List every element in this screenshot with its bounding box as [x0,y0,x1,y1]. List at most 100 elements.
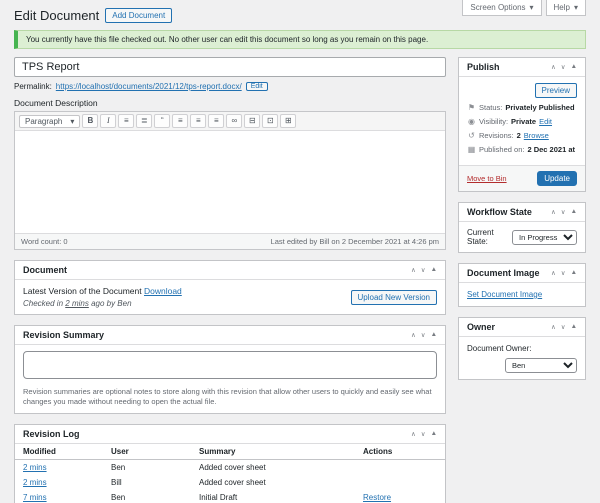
move-up-icon[interactable]: ∧ [551,208,556,216]
italic-button[interactable]: I [100,114,117,128]
revision-summary-title: Revision Summary [23,330,105,340]
revision-summary: Added cover sheet [199,463,266,473]
visibility-label: Visibility: [479,117,509,126]
revision-user: Bill [111,478,122,488]
move-up-icon[interactable]: ∧ [411,430,416,438]
move-down-icon[interactable]: ∨ [561,208,566,216]
revision-action [355,460,445,476]
add-document-button[interactable]: Add Document [105,8,173,23]
document-panel-title: Document [23,265,68,275]
workflow-state-header[interactable]: Workflow State ∧ ∨ ▲ [459,203,585,222]
table-row: 7 mins Ben Initial Draft Restore [15,490,445,503]
status-value: Privately Published [505,103,575,112]
download-link[interactable]: Download [144,286,182,296]
permalink-link[interactable]: https://localhost/documents/2021/12/tps-… [56,82,242,91]
eye-icon: ◉ [468,117,475,126]
owner-panel-header[interactable]: Owner ∧ ∨ ▲ [459,318,585,337]
toggle-panel-icon[interactable]: ▲ [571,269,577,277]
revision-modified-link[interactable]: 2 mins [23,478,47,487]
screen-options-label: Screen Options [470,3,526,12]
preview-button[interactable]: Preview [534,83,577,98]
move-up-icon[interactable]: ∧ [411,331,416,339]
toggle-panel-icon[interactable]: ▲ [571,63,577,71]
align-center-icon[interactable]: ≡ [190,114,207,128]
workflow-state-select[interactable]: In Progress [512,229,577,245]
table-row: 2 mins Ben Added cover sheet [15,460,445,476]
revision-modified-link[interactable]: 7 mins [23,493,47,502]
document-title-input[interactable] [14,57,446,77]
revision-log-panel: Revision Log ∧ ∨ ▲ Modified User Summary… [14,424,446,503]
paragraph-dropdown[interactable]: Paragraph ▾ [19,114,81,128]
move-down-icon[interactable]: ∨ [561,323,566,331]
revision-summary-header[interactable]: Revision Summary ∧ ∨ ▲ [15,326,445,345]
move-down-icon[interactable]: ∨ [561,269,566,277]
toggle-panel-icon[interactable]: ▲ [431,266,437,274]
toggle-panel-icon[interactable]: ▲ [431,430,437,438]
paragraph-dropdown-label: Paragraph [25,116,63,126]
visibility-row: ◉ Visibility: Private Edit [467,117,577,126]
revision-summary-help: Revision summaries are optional notes to… [23,387,432,407]
permalink-row: Permalink: https://localhost/documents/2… [14,82,446,91]
document-description-editor: Paragraph ▾ B I ≡ ≣ “ ≡ ≡ ≡ ∞ ⊟ ⊡ ⊞ Word… [14,111,446,250]
publish-panel-header[interactable]: Publish ∧ ∨ ▲ [459,58,585,77]
editor-content-area[interactable] [15,131,445,233]
workflow-state-panel: Workflow State ∧ ∨ ▲ Current State: In P… [458,202,586,253]
revision-modified-link[interactable]: 2 mins [23,463,47,472]
move-down-icon[interactable]: ∨ [421,430,426,438]
column-header-user: User [103,444,191,461]
insert-more-icon[interactable]: ⊟ [244,114,261,128]
status-label: Status: [479,103,503,112]
move-up-icon[interactable]: ∧ [551,269,556,277]
move-down-icon[interactable]: ∨ [421,331,426,339]
restore-link[interactable]: Restore [363,493,391,502]
column-header-actions: Actions [355,444,445,461]
blockquote-icon[interactable]: “ [154,114,171,128]
toggle-panel-icon[interactable]: ▲ [431,331,437,339]
revision-summary: Added cover sheet [199,478,266,488]
move-up-icon[interactable]: ∧ [551,323,556,331]
screen-options-button[interactable]: Screen Options ▾ [462,0,542,16]
move-down-icon[interactable]: ∨ [561,63,566,71]
revisions-row: ↺ Revisions: 2 Browse [467,131,577,140]
visibility-edit-link[interactable]: Edit [539,117,552,126]
caret-down-icon: ▾ [573,3,578,12]
toolbar-toggle-icon[interactable]: ⊞ [280,114,297,128]
toggle-panel-icon[interactable]: ▲ [571,208,577,216]
update-button[interactable]: Update [537,171,577,186]
visibility-value: Private [511,117,537,126]
revision-action [355,475,445,490]
bulleted-list-icon[interactable]: ≡ [118,114,135,128]
upload-new-version-button[interactable]: Upload New Version [350,289,437,305]
revision-log-title: Revision Log [23,429,80,440]
revisions-browse-link[interactable]: Browse [524,131,549,140]
revision-summary-textarea[interactable] [23,351,437,379]
move-up-icon[interactable]: ∧ [551,63,556,71]
document-panel-header[interactable]: Document ∧ ∨ ▲ [15,261,445,280]
document-image-header[interactable]: Document Image ∧ ∨ ▲ [459,264,585,283]
move-to-bin-link[interactable]: Move to Bin [467,174,507,183]
permalink-label: Permalink: [14,82,52,91]
bold-button[interactable]: B [82,114,99,128]
toggle-panel-icon[interactable]: ▲ [571,323,577,331]
revision-log-header[interactable]: Revision Log ∧ ∨ ▲ [15,425,445,445]
permalink-edit-button[interactable]: Edit [245,82,268,91]
align-right-icon[interactable]: ≡ [208,114,225,128]
align-left-icon[interactable]: ≡ [172,114,189,128]
revisions-icon: ↺ [468,131,475,140]
document-owner-select[interactable]: Ben [505,358,577,373]
revisions-label: Revisions: [479,131,514,140]
set-document-image-link[interactable]: Set Document Image [467,290,542,299]
numbered-list-icon[interactable]: ≣ [136,114,153,128]
calendar-icon: ▦ [467,145,476,154]
published-row: ▦ Published on: 2 Dec 2021 at 16:22 [467,145,577,154]
fullscreen-icon[interactable]: ⊡ [262,114,279,128]
move-down-icon[interactable]: ∨ [421,266,426,274]
move-up-icon[interactable]: ∧ [411,266,416,274]
help-button[interactable]: Help ▾ [545,0,586,16]
document-owner-label: Document Owner: [467,344,532,353]
revision-summary-panel: Revision Summary ∧ ∨ ▲ Revision summarie… [14,325,446,415]
page-title: Edit Document [14,8,100,23]
published-value: 2 Dec 2021 at 16:22 [527,145,577,154]
link-icon[interactable]: ∞ [226,114,243,128]
status-pin-icon: ⚑ [467,103,476,112]
